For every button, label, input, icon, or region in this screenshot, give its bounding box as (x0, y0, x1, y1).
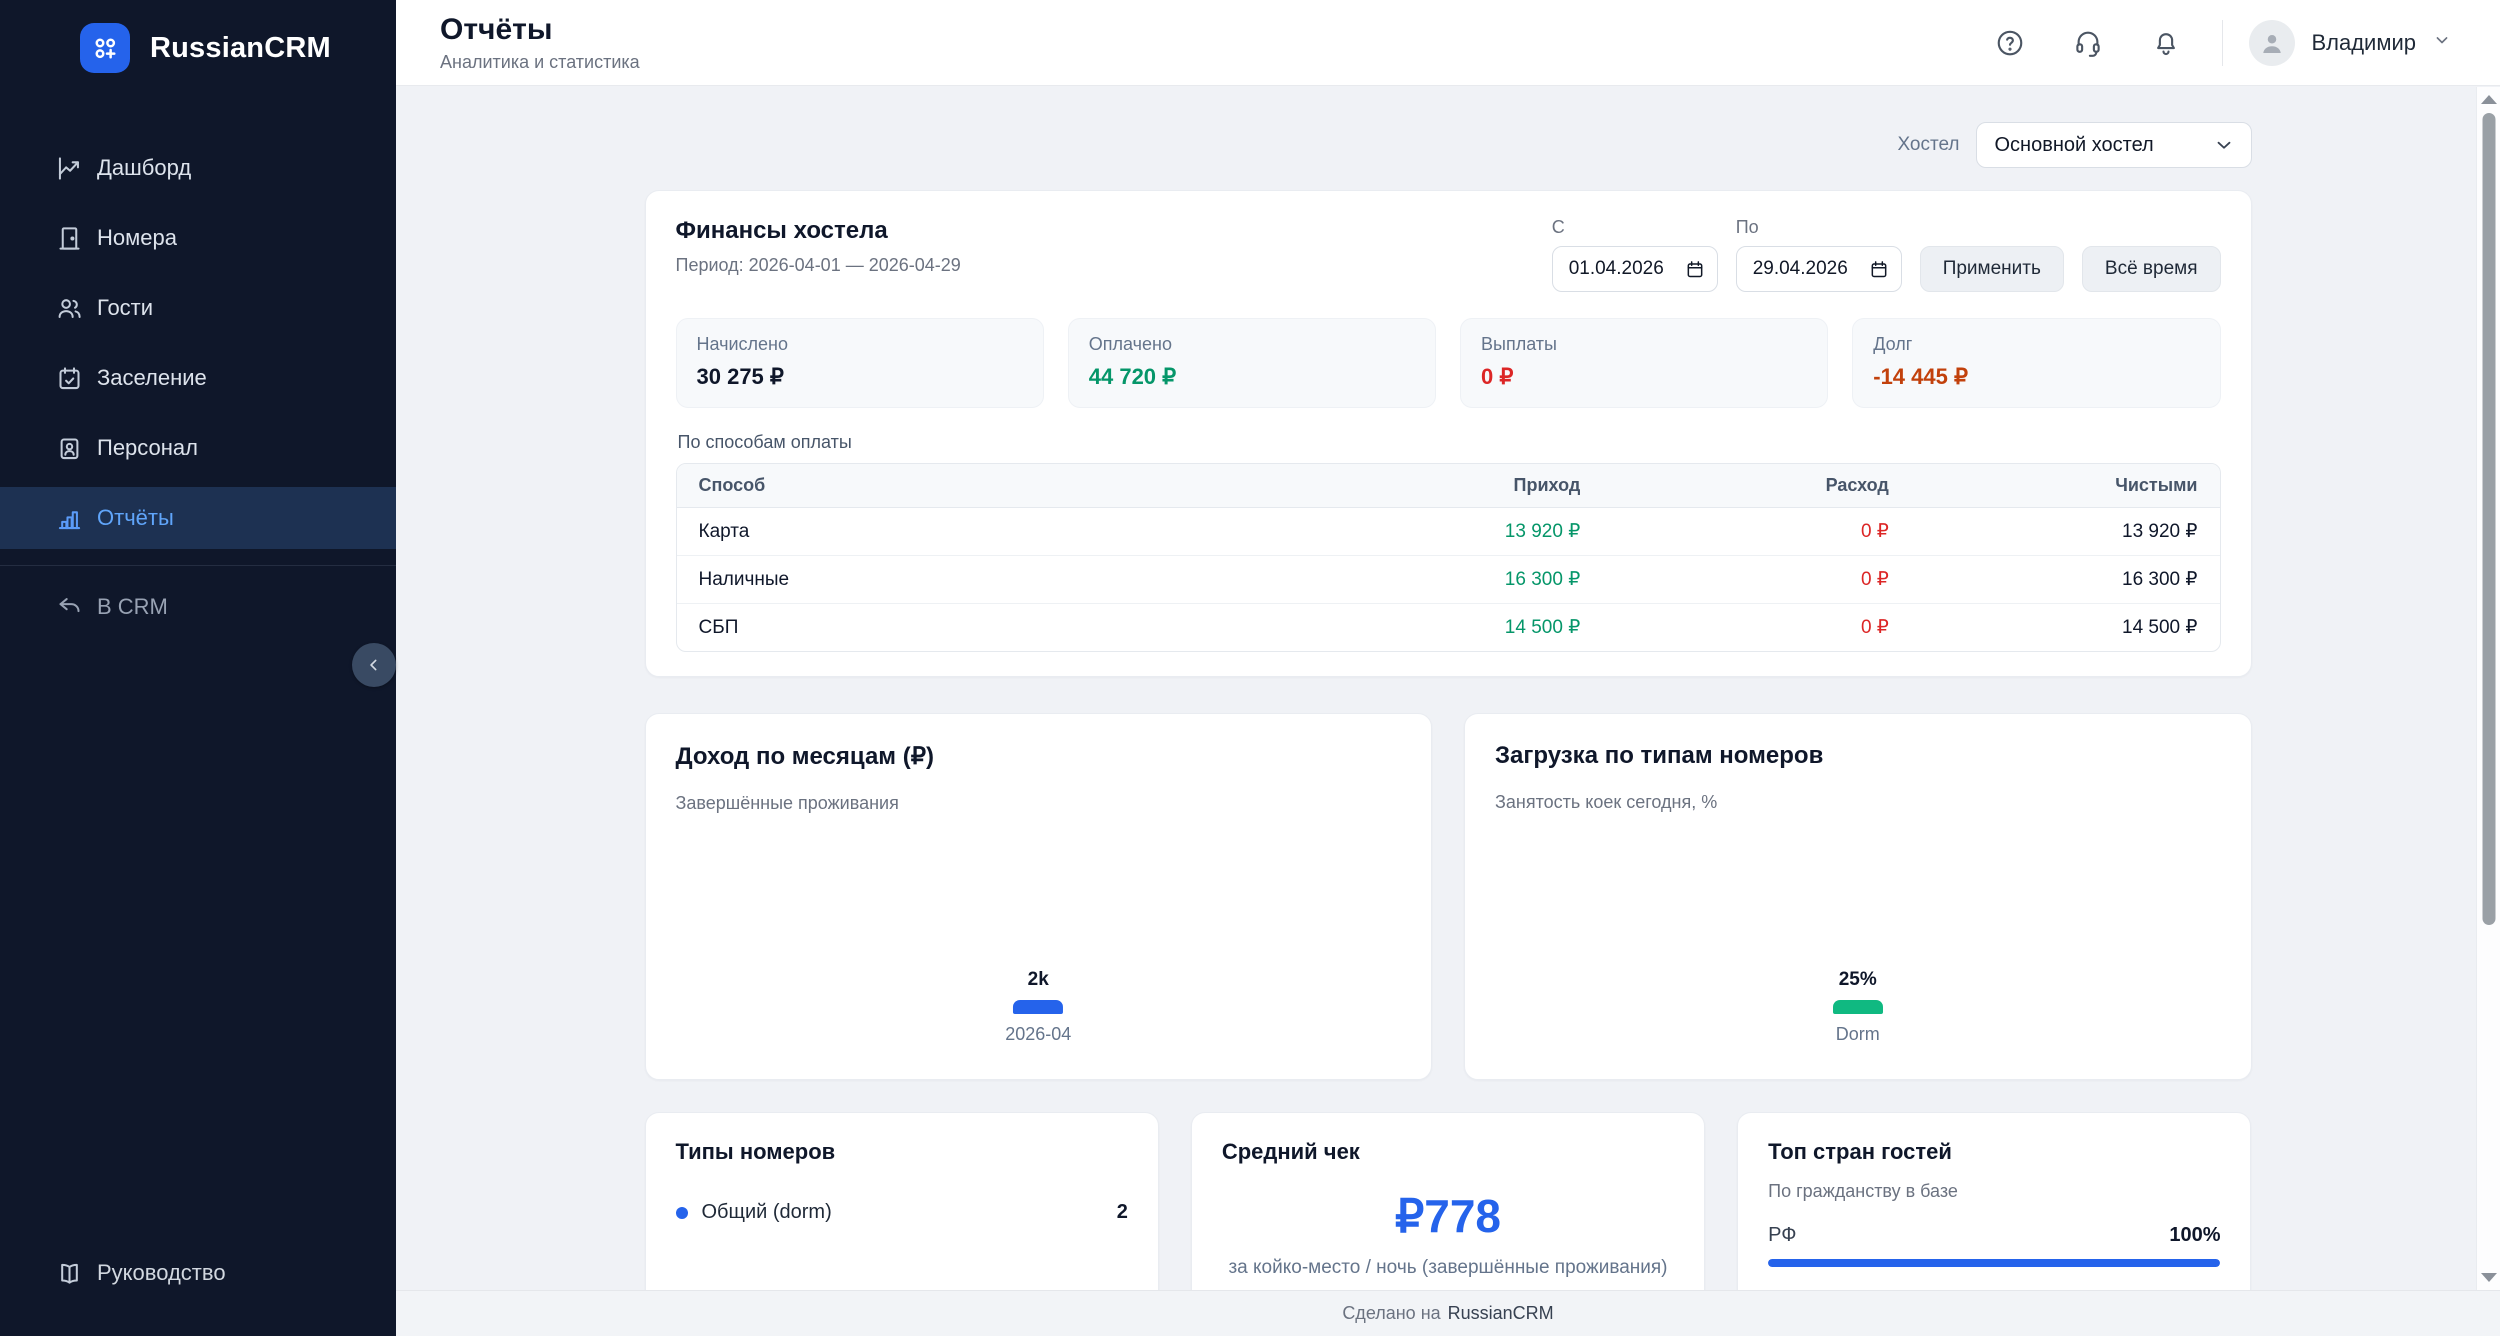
col-expense: Расход (1602, 464, 1911, 508)
table-row: Карта 13 920 ₽ 0 ₽ 13 920 ₽ (698, 520, 2198, 543)
room-type-count: 2 (1116, 1201, 1128, 1223)
support-button[interactable] (2070, 25, 2106, 61)
sidebar-item-back-to-crm[interactable]: В CRM (0, 576, 396, 638)
bar (1013, 1000, 1064, 1014)
table-header-row: Способ Приход Расход Чистыми (676, 464, 2220, 508)
all-time-button[interactable]: Всё время (2081, 246, 2221, 292)
stat-paid: Оплачено 44 720 ₽ (1067, 318, 1436, 408)
table-row: Наличные 16 300 ₽ 0 ₽ 16 300 ₽ (676, 555, 2220, 604)
sidebar-collapse-button[interactable] (352, 643, 396, 687)
chevron-down-icon (2432, 30, 2452, 55)
date-from-label: С (1551, 217, 1565, 237)
col-net: Чистыми (1910, 464, 2220, 508)
user-name: Владимир (2311, 29, 2416, 55)
apply-button[interactable]: Применить (1919, 246, 2064, 292)
finance-period: Период: 2026-04-01 — 2026-04-29 (675, 255, 961, 275)
stat-accrued: Начислено 30 275 ₽ (675, 318, 1044, 408)
sidebar-item-guests[interactable]: Гости (0, 277, 396, 339)
average-check-card: Средний чек ₽778 за койко-место / ночь (… (1190, 1112, 1706, 1290)
country-item: РФ 100% (1768, 1224, 2221, 1246)
room-types-card: Типы номеров Общий (dorm) 2 (644, 1112, 1159, 1290)
scrollbar-thumb[interactable] (2482, 113, 2495, 925)
top-countries-card: Топ стран гостей По гражданству в базе Р… (1737, 1112, 2252, 1290)
sidebar-divider (0, 565, 396, 566)
occupancy-by-room-type-chart: Загрузка по типам номеров Занятость коек… (1464, 713, 2252, 1080)
sidebar-nav: Дашборд Номера Гости Заселение Персонал … (0, 137, 396, 646)
stat-debt: Долг -14 445 ₽ (1852, 318, 2221, 408)
book-icon (61, 1263, 78, 1284)
vertical-scrollbar[interactable] (2476, 87, 2500, 1290)
calendar-icon[interactable] (1685, 259, 1705, 279)
hostel-label: Хостел (1897, 134, 1960, 155)
topbar-divider (2222, 19, 2224, 66)
bell-icon (2157, 32, 2176, 55)
avatar (2249, 19, 2296, 66)
date-from-input[interactable]: 01.04.2026 (1551, 246, 1718, 292)
country-progress-fill (1768, 1259, 2221, 1267)
main-area: Отчёты Аналитика и статистика Владимир Х… (396, 0, 2500, 1336)
bar-category-label: 2026-04 (1005, 1024, 1072, 1044)
scroll-up-arrow-icon[interactable] (2480, 95, 2497, 104)
sidebar-item-reports[interactable]: Отчёты (0, 487, 396, 549)
date-to-input[interactable]: 29.04.2026 (1735, 246, 1902, 292)
calendar-icon[interactable] (1869, 259, 1889, 279)
back-arrow-icon (59, 597, 80, 612)
app-logo: RussianCRM (0, 0, 396, 73)
footer-brand: RussianCRM (1447, 1303, 1554, 1323)
income-by-month-chart: Доход по месяцам (₽) Завершённые прожива… (644, 713, 1432, 1080)
trend-chart-icon (58, 156, 79, 180)
col-method: Способ (676, 464, 1294, 508)
average-check-subtitle: за койко-место / ночь (завершённые прожи… (1228, 1257, 1668, 1278)
stat-payouts: Выплаты 0 ₽ (1460, 318, 1829, 408)
legend-dot (675, 1206, 688, 1219)
bar-chart-icon (58, 510, 81, 529)
sidebar-item-dashboard[interactable]: Дашборд (0, 137, 396, 199)
headset-icon (2076, 31, 2101, 57)
country-progress-track (1768, 1259, 2221, 1267)
sidebar-item-manual[interactable]: Руководство (0, 1242, 396, 1304)
help-icon (1998, 30, 2023, 55)
door-icon (59, 226, 80, 250)
bar-value-label: 2k (1027, 969, 1049, 990)
users-icon (58, 298, 81, 318)
footer: Сделано на RussianCRM (396, 1290, 2500, 1336)
chevron-down-icon (2217, 141, 2230, 149)
payment-methods-label: По способам оплаты (677, 432, 852, 452)
hostel-select[interactable]: Основной хостел (1975, 122, 2252, 168)
bar (1832, 1000, 1883, 1014)
app-name: RussianCRM (150, 31, 331, 64)
col-income: Приход (1293, 464, 1603, 508)
scroll-down-arrow-icon[interactable] (2480, 1273, 2497, 1282)
finance-title: Финансы хостела (675, 217, 888, 244)
sidebar-item-checkin[interactable]: Заселение (0, 347, 396, 409)
finance-stats: Начислено 30 275 ₽ Оплачено 44 720 ₽ Вып… (675, 318, 2221, 408)
sidebar-item-staff[interactable]: Персонал (0, 417, 396, 479)
bar-value-label: 25% (1838, 969, 1877, 990)
room-type-item: Общий (dorm) 2 (675, 1201, 1128, 1224)
app-logo-icon (80, 23, 130, 73)
help-button[interactable] (1992, 25, 2028, 61)
chart-bar-group: 25% Dorm (1832, 969, 1883, 1045)
table-row: СБП 14 500 ₽ 0 ₽ 14 500 ₽ (676, 603, 2220, 651)
sidebar-item-rooms[interactable]: Номера (0, 207, 396, 269)
calendar-check-icon (59, 366, 80, 389)
notifications-button[interactable] (2148, 25, 2184, 61)
page-title: Отчёты (440, 12, 553, 46)
content: Хостел Основной хостел Финансы хостела П… (396, 86, 2500, 1290)
topbar: Отчёты Аналитика и статистика Владимир (396, 0, 2500, 86)
payment-methods-table: Способ Приход Расход Чистыми Карта 13 92… (675, 463, 2221, 652)
average-check-value: ₽778 (1394, 1190, 1501, 1242)
chart-bar-group: 2k 2026-04 (1005, 969, 1071, 1045)
user-icon (2263, 34, 2282, 53)
sidebar: RussianCRM Дашборд Номера Гости Заселени… (0, 0, 396, 1336)
user-menu[interactable]: Владимир (2249, 19, 2452, 66)
date-to-label: По (1735, 217, 1759, 237)
id-badge-icon (60, 437, 79, 459)
page-subtitle: Аналитика и статистика (440, 51, 640, 72)
chevron-left-icon (370, 659, 377, 671)
finance-card: Финансы хостела Период: 2026-04-01 — 202… (644, 190, 2252, 677)
bar-category-label: Dorm (1835, 1024, 1880, 1044)
hostel-select-value: Основной хостел (1994, 133, 2154, 156)
footer-text: Сделано на (1342, 1303, 1441, 1323)
